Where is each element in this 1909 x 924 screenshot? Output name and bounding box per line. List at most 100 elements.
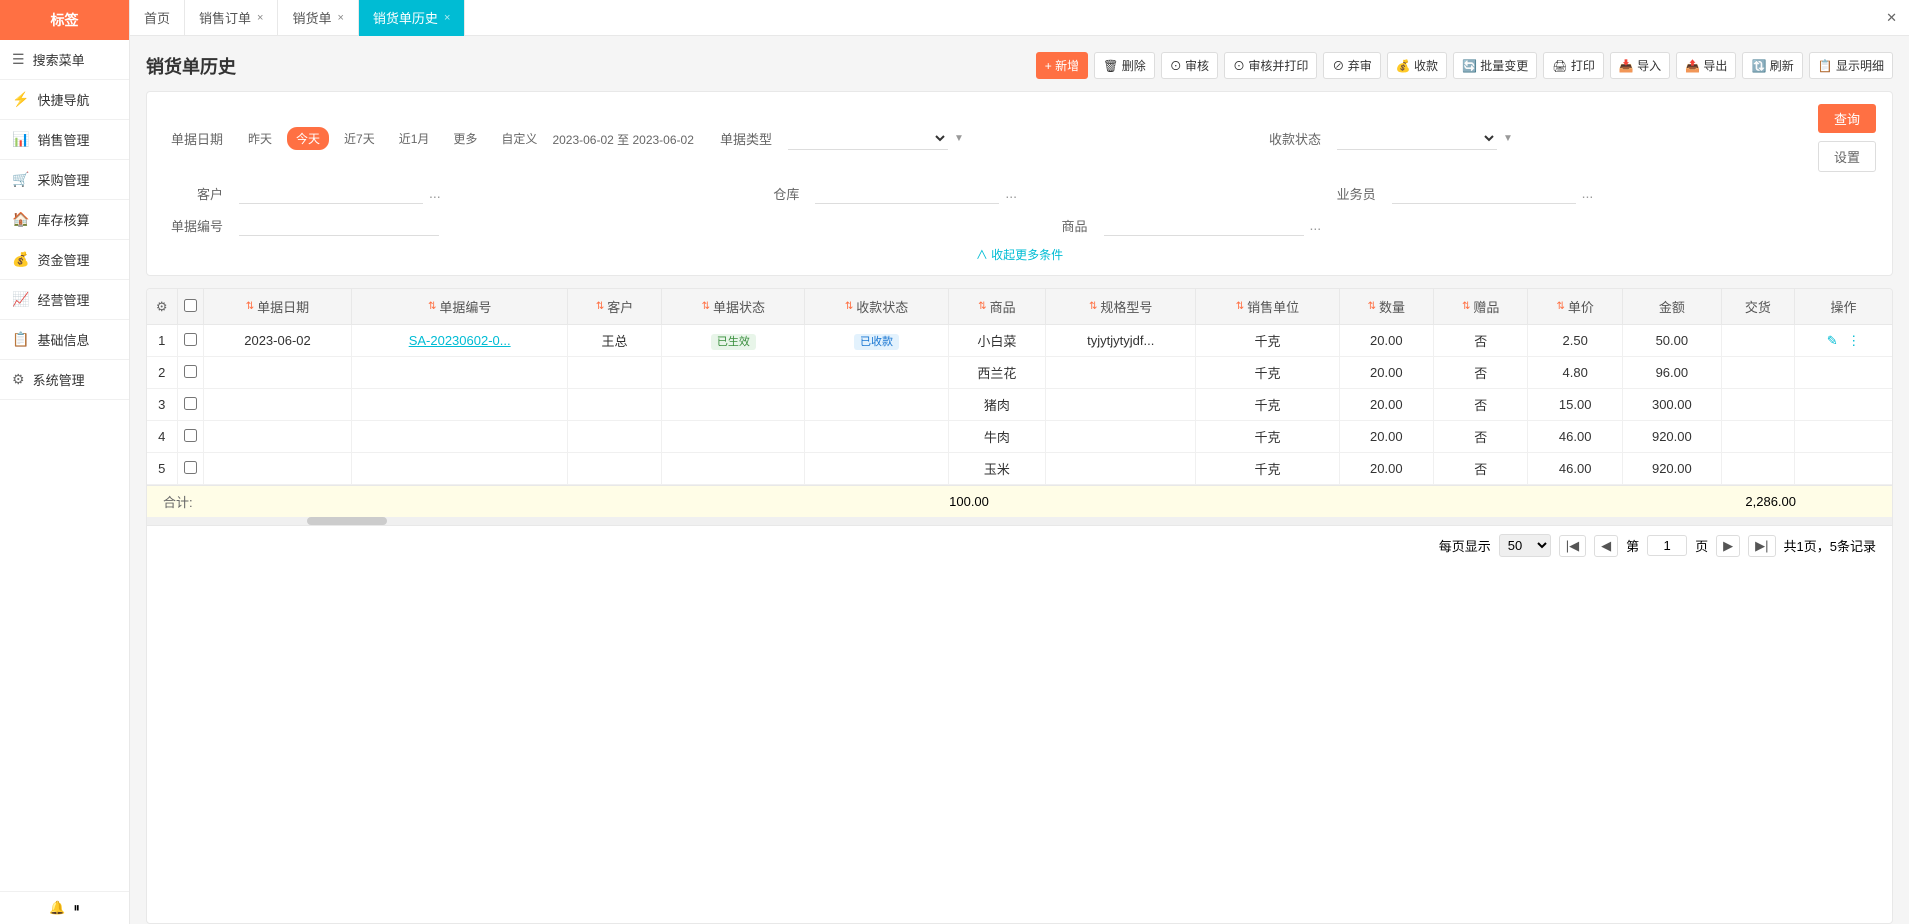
cell-unit: 千克 bbox=[1196, 421, 1339, 453]
date-tag-1month[interactable]: 近1月 bbox=[390, 127, 439, 150]
sidebar-item-basic-info[interactable]: 📋 基础信息 bbox=[0, 320, 129, 360]
cell-qty: 20.00 bbox=[1339, 389, 1433, 421]
sidebar-item-purchase-mgmt[interactable]: 🛒 采购管理 bbox=[0, 160, 129, 200]
cell-price: 4.80 bbox=[1528, 357, 1622, 389]
import-button[interactable]: 📥 导入 bbox=[1610, 52, 1670, 79]
type-filter-field: ▼ bbox=[788, 126, 1245, 150]
cell-no: 1 bbox=[147, 325, 177, 357]
sort-qty-icon[interactable]: ⇅ bbox=[1368, 301, 1376, 312]
sort-docno-icon[interactable]: ⇅ bbox=[428, 301, 436, 312]
docno-input[interactable] bbox=[239, 214, 439, 236]
date-tag-custom[interactable]: 自定义 bbox=[492, 127, 546, 150]
goods-ellipsis[interactable]: ... bbox=[1310, 217, 1322, 233]
page-title: 销货单历史 bbox=[146, 53, 1028, 79]
setting-button[interactable]: 设置 bbox=[1818, 141, 1876, 172]
next-page-btn[interactable]: ▶ bbox=[1716, 535, 1740, 557]
tab-sales-history[interactable]: 销货单历史 × bbox=[359, 0, 465, 36]
sort-price-icon[interactable]: ⇅ bbox=[1556, 301, 1564, 312]
last-page-btn[interactable]: ▶| bbox=[1748, 535, 1775, 557]
sort-goods-icon[interactable]: ⇅ bbox=[978, 301, 986, 312]
sidebar-item-inventory[interactable]: 🏠 库存核算 bbox=[0, 200, 129, 240]
warehouse-input[interactable] bbox=[815, 182, 999, 204]
cell-price: 46.00 bbox=[1528, 421, 1622, 453]
row-checkbox[interactable] bbox=[184, 461, 197, 474]
sidebar-bottom-icon2[interactable]: ⏸ bbox=[73, 900, 80, 916]
per-page-select[interactable]: 50 100 bbox=[1499, 534, 1551, 557]
tab-home[interactable]: 首页 bbox=[130, 0, 185, 36]
receive-button[interactable]: 💰 收款 bbox=[1387, 52, 1447, 79]
receipt-status-select[interactable] bbox=[1337, 126, 1497, 150]
tab-sales-order[interactable]: 销售订单 × bbox=[185, 0, 278, 36]
scrollbar-thumb[interactable] bbox=[307, 517, 387, 525]
new-button[interactable]: + 新增 bbox=[1036, 52, 1088, 79]
row-checkbox[interactable] bbox=[184, 429, 197, 442]
sidebar-item-quick-nav[interactable]: ⚡ 快捷导航 bbox=[0, 80, 129, 120]
cell-unit: 千克 bbox=[1196, 453, 1339, 485]
select-all-checkbox[interactable] bbox=[184, 299, 197, 312]
page-number-input[interactable] bbox=[1647, 535, 1687, 556]
salesperson-input[interactable] bbox=[1392, 182, 1576, 204]
row-checkbox[interactable] bbox=[184, 365, 197, 378]
sidebar-bottom-icon1[interactable]: 🔔 bbox=[49, 900, 65, 916]
salesperson-ellipsis[interactable]: ... bbox=[1582, 185, 1594, 201]
delete-button[interactable]: 🗑 删除 bbox=[1094, 52, 1155, 79]
cell-action bbox=[1794, 421, 1892, 453]
sidebar-item-sales-mgmt[interactable]: 📊 销售管理 bbox=[0, 120, 129, 160]
tab-sales-delivery[interactable]: 销货单 × bbox=[278, 0, 358, 36]
more-btn[interactable]: ⋮ bbox=[1847, 333, 1860, 348]
goods-input[interactable] bbox=[1104, 214, 1304, 236]
tabs-close-all[interactable]: ✕ bbox=[1874, 10, 1909, 26]
date-tag-yesterday[interactable]: 昨天 bbox=[239, 127, 281, 150]
cell-no: 2 bbox=[147, 357, 177, 389]
sort-date-icon[interactable]: ⇅ bbox=[246, 301, 254, 312]
col-docno: ⇅单据编号 bbox=[352, 289, 567, 325]
prev-page-btn[interactable]: ◀ bbox=[1594, 535, 1618, 557]
refresh-button[interactable]: 🔃 刷新 bbox=[1742, 52, 1802, 79]
pagination-bar: 每页显示 50 100 |◀ ◀ 第 页 ▶ ▶| 共1页，5条记录 bbox=[147, 525, 1892, 565]
sort-unit-icon[interactable]: ⇅ bbox=[1236, 301, 1244, 312]
date-tag-7days[interactable]: 近7天 bbox=[335, 127, 384, 150]
cell-delivery bbox=[1721, 453, 1794, 485]
date-tag-today[interactable]: 今天 bbox=[287, 127, 329, 150]
query-button[interactable]: 查询 bbox=[1818, 104, 1876, 133]
cell-receipt-status bbox=[805, 357, 948, 389]
table-settings-icon[interactable]: ⚙ bbox=[156, 299, 168, 314]
date-tag-more[interactable]: 更多 bbox=[444, 127, 486, 150]
type-filter-select[interactable] bbox=[788, 126, 948, 150]
edit-btn[interactable]: ✎ bbox=[1827, 333, 1838, 348]
cell-amount: 96.00 bbox=[1622, 357, 1721, 389]
sort-gift-icon[interactable]: ⇅ bbox=[1462, 301, 1470, 312]
col-receipt-status: ⇅收款状态 bbox=[805, 289, 948, 325]
tab-sales-order-close[interactable]: × bbox=[257, 12, 263, 24]
show-detail-button[interactable]: 📋 显示明细 bbox=[1809, 52, 1893, 79]
tab-sales-delivery-close[interactable]: × bbox=[337, 12, 343, 24]
sort-receiptstatus-icon[interactable]: ⇅ bbox=[845, 301, 853, 312]
export-button[interactable]: 📤 导出 bbox=[1676, 52, 1736, 79]
sort-customer-icon[interactable]: ⇅ bbox=[596, 301, 604, 312]
tab-sales-history-close[interactable]: × bbox=[444, 12, 450, 24]
print-button[interactable]: 🖨 打印 bbox=[1543, 52, 1604, 79]
row-checkbox[interactable] bbox=[184, 397, 197, 410]
docno-link[interactable]: SA-20230602-0... bbox=[409, 333, 511, 348]
warehouse-ellipsis[interactable]: ... bbox=[1005, 185, 1017, 201]
table-row: 5 玉米 千克 20.00 否 46.00 920.00 bbox=[147, 453, 1892, 485]
abandon-button[interactable]: ⊘ 弃审 bbox=[1323, 52, 1380, 79]
cell-gift: 否 bbox=[1434, 325, 1528, 357]
sidebar-item-search-menu[interactable]: ☰ 搜索菜单 bbox=[0, 40, 129, 80]
sort-spec-icon[interactable]: ⇅ bbox=[1089, 301, 1097, 312]
first-page-btn[interactable]: |◀ bbox=[1559, 535, 1586, 557]
audit-print-button[interactable]: ⊙ 审核并打印 bbox=[1224, 52, 1317, 79]
batch-change-button[interactable]: 🔄 批量变更 bbox=[1453, 52, 1537, 79]
tab-sales-delivery-label: 销货单 bbox=[292, 8, 331, 27]
filter-collapse-btn[interactable]: ∧ 收起更多条件 bbox=[163, 246, 1876, 263]
table-scrollbar[interactable] bbox=[147, 517, 1892, 525]
row-checkbox[interactable] bbox=[184, 333, 197, 346]
audit-button[interactable]: ⊙ 审核 bbox=[1161, 52, 1218, 79]
sidebar-item-operations[interactable]: 📈 经营管理 bbox=[0, 280, 129, 320]
customer-ellipsis[interactable]: ... bbox=[429, 185, 441, 201]
sidebar-item-system-mgmt[interactable]: ⚙ 系统管理 bbox=[0, 360, 129, 400]
sidebar-item-finance[interactable]: 💰 资金管理 bbox=[0, 240, 129, 280]
customer-input[interactable] bbox=[239, 182, 423, 204]
sort-docstatus-icon[interactable]: ⇅ bbox=[702, 301, 710, 312]
salesperson-field: ... bbox=[1392, 182, 1876, 204]
